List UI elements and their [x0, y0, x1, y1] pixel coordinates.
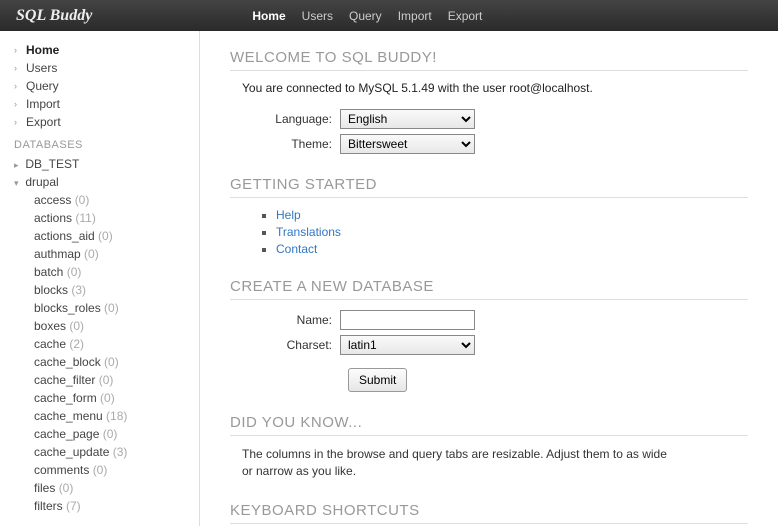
chevron-down-icon: ▾	[14, 178, 22, 189]
db-drupal[interactable]: ▾ drupal	[14, 173, 199, 191]
table-cache_update[interactable]: cache_update (3)	[34, 443, 199, 461]
link-help[interactable]: Help	[276, 208, 301, 222]
sidebar-nav: ›Home›Users›Query›Import›Export	[14, 41, 199, 131]
chevron-right-icon: ›	[14, 45, 22, 55]
sidenav-import[interactable]: ›Import	[14, 95, 199, 113]
shortcuts-heading: KEYBOARD SHORTCUTS	[230, 502, 748, 524]
dbname-label: Name:	[230, 313, 340, 327]
table-count: (0)	[69, 319, 84, 333]
language-select[interactable]: English	[340, 109, 475, 129]
table-count: (0)	[99, 373, 114, 387]
link-translations[interactable]: Translations	[276, 225, 341, 239]
table-files[interactable]: files (0)	[34, 479, 199, 497]
table-count: (0)	[67, 265, 82, 279]
table-count: (0)	[93, 463, 108, 477]
welcome-heading: WELCOME TO SQL BUDDY!	[230, 49, 748, 71]
table-comments[interactable]: comments (0)	[34, 461, 199, 479]
chevron-right-icon: ›	[14, 99, 22, 109]
theme-label: Theme:	[230, 137, 340, 151]
topnav-users[interactable]: Users	[302, 9, 333, 23]
chevron-right-icon: ›	[14, 63, 22, 73]
table-cache_page[interactable]: cache_page (0)	[34, 425, 199, 443]
sidebar: ›Home›Users›Query›Import›Export DATABASE…	[0, 31, 199, 525]
table-count: (0)	[84, 247, 99, 261]
dbname-input[interactable]	[340, 310, 475, 330]
table-boxes[interactable]: boxes (0)	[34, 317, 199, 335]
table-cache_block[interactable]: cache_block (0)	[34, 353, 199, 371]
table-count: (11)	[75, 211, 95, 225]
table-batch[interactable]: batch (0)	[34, 263, 199, 281]
theme-select[interactable]: Bittersweet	[340, 134, 475, 154]
table-blocks[interactable]: blocks (3)	[34, 281, 199, 299]
table-filters[interactable]: filters (7)	[34, 497, 199, 515]
getting-started-links: Help Translations Contact	[276, 208, 748, 256]
table-access[interactable]: access (0)	[34, 191, 199, 209]
table-count: (18)	[106, 409, 127, 423]
table-count: (0)	[98, 229, 113, 243]
table-authmap[interactable]: authmap (0)	[34, 245, 199, 263]
top-header: SQL Buddy Home Users Query Import Export	[0, 0, 778, 31]
topnav-export[interactable]: Export	[448, 9, 483, 23]
table-count: (3)	[113, 445, 128, 459]
table-count: (0)	[59, 481, 74, 495]
sidenav-query[interactable]: ›Query	[14, 77, 199, 95]
chevron-right-icon: ›	[14, 81, 22, 91]
tips-heading: DID YOU KNOW...	[230, 414, 748, 436]
chevron-right-icon: ▸	[14, 160, 22, 171]
table-cache_form[interactable]: cache_form (0)	[34, 389, 199, 407]
sidebar-scroll[interactable]: ›Home›Users›Query›Import›Export DATABASE…	[0, 31, 200, 526]
topnav-home[interactable]: Home	[252, 9, 285, 23]
db-db_test[interactable]: ▸ DB_TEST	[14, 155, 199, 173]
topnav-query[interactable]: Query	[349, 9, 382, 23]
table-count: (0)	[100, 391, 115, 405]
databases-heading: DATABASES	[14, 131, 199, 155]
charset-label: Charset:	[230, 338, 340, 352]
table-blocks_roles[interactable]: blocks_roles (0)	[34, 299, 199, 317]
charset-select[interactable]: latin1	[340, 335, 475, 355]
table-actions_aid[interactable]: actions_aid (0)	[34, 227, 199, 245]
getting-started-heading: GETTING STARTED	[230, 176, 748, 198]
submit-button[interactable]: Submit	[348, 368, 407, 392]
chevron-right-icon: ›	[14, 117, 22, 127]
table-count: (0)	[104, 355, 119, 369]
sidenav-home[interactable]: ›Home	[14, 41, 199, 59]
top-nav: Home Users Query Import Export	[252, 9, 482, 23]
database-list: ▸ DB_TEST▾ drupalaccess (0)actions (11)a…	[14, 155, 199, 515]
table-cache[interactable]: cache (2)	[34, 335, 199, 353]
topnav-import[interactable]: Import	[398, 9, 432, 23]
create-db-heading: CREATE A NEW DATABASE	[230, 278, 748, 300]
table-cache_filter[interactable]: cache_filter (0)	[34, 371, 199, 389]
table-count: (0)	[75, 193, 90, 207]
table-count: (2)	[69, 337, 84, 351]
sidenav-users[interactable]: ›Users	[14, 59, 199, 77]
link-contact[interactable]: Contact	[276, 242, 317, 256]
table-actions[interactable]: actions (11)	[34, 209, 199, 227]
table-count: (0)	[103, 427, 118, 441]
table-count: (7)	[66, 499, 81, 513]
connection-status: You are connected to MySQL 5.1.49 with t…	[242, 81, 748, 95]
sidenav-export[interactable]: ›Export	[14, 113, 199, 131]
tip-text: The columns in the browse and query tabs…	[242, 446, 672, 480]
app-logo: SQL Buddy	[16, 7, 92, 25]
main-content: WELCOME TO SQL BUDDY! You are connected …	[200, 31, 778, 526]
table-count: (0)	[104, 301, 119, 315]
table-count: (3)	[71, 283, 86, 297]
table-cache_menu[interactable]: cache_menu (18)	[34, 407, 199, 425]
language-label: Language:	[230, 112, 340, 126]
